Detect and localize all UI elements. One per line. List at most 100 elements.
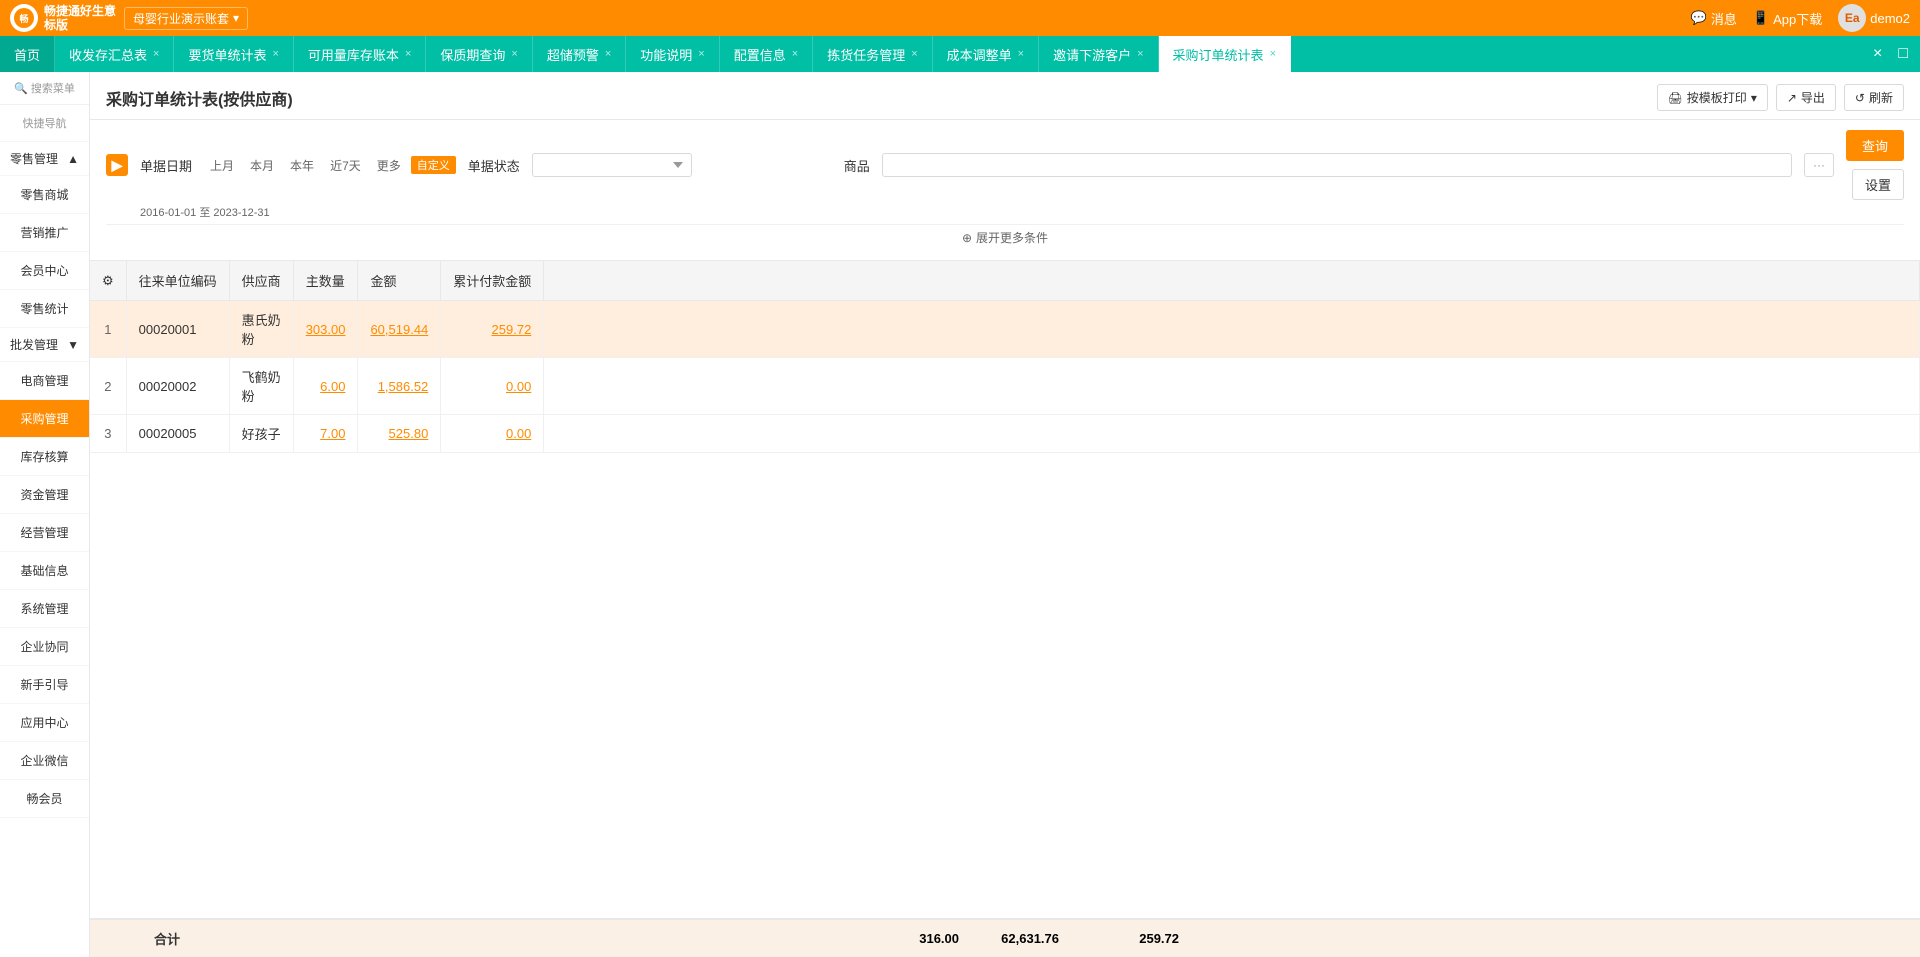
row-qty-1[interactable]: 303.00 [293,301,358,358]
row-paid-2[interactable]: 0.00 [441,358,544,415]
more-options-button[interactable]: ··· [1804,153,1834,177]
tab-cost-adjust[interactable]: 成本调整单 × [933,36,1039,72]
sidebar-item-purchase-manage[interactable]: 采购管理 [0,400,89,438]
sidebar-item-ecommerce-manage[interactable]: 电商管理 [0,362,89,400]
sidebar-search[interactable]: 🔍 搜索菜单 [0,72,89,105]
sidebar-item-ops-manage[interactable]: 经营管理 [0,514,89,552]
sidebar-item-new-guide[interactable]: 新手引导 [0,666,89,704]
member-center-label: 会员中心 [20,264,68,278]
row-empty-3 [544,415,1920,453]
workspace-selector[interactable]: 母婴行业演示账套 ▾ [124,7,248,30]
close-all-icon[interactable]: × [1869,43,1886,65]
tab-warranty-query-close[interactable]: × [511,48,517,60]
marketing-label: 营销推广 [20,226,68,240]
col-settings[interactable]: ⚙ [90,261,126,301]
export-button[interactable]: ↗ 导出 [1776,84,1836,111]
table-row[interactable]: 3 00020005 好孩子 7.00 525.80 0.00 [90,415,1920,453]
sidebar-item-retail-store[interactable]: 零售商城 [0,176,89,214]
nav-tabs: 首页 收发存汇总表 × 要货单统计表 × 可用量库存账本 × 保质期查询 × 超… [0,36,1920,72]
maximize-icon[interactable]: □ [1894,43,1912,65]
shortcut-this-year[interactable]: 本年 [284,155,320,176]
tab-config-info-label: 配置信息 [734,45,786,64]
sidebar-item-system-manage[interactable]: 系统管理 [0,590,89,628]
row-supplier-1: 惠氏奶粉 [229,301,293,358]
shortcut-this-month[interactable]: 本月 [244,155,280,176]
tab-config-info[interactable]: 配置信息 × [720,36,813,72]
tab-cost-adjust-close[interactable]: × [1018,48,1024,60]
tab-func-desc[interactable]: 功能说明 × [626,36,719,72]
sidebar-item-wholesale-manage[interactable]: 批发管理 ▼ [0,328,89,362]
sidebar-item-vip-member[interactable]: 畅会员 [0,780,89,818]
print-arrow-icon: ▾ [1751,91,1757,105]
tab-overstock[interactable]: 超储预警 × [533,36,626,72]
row-paid-3[interactable]: 0.00 [441,415,544,453]
tab-inventory-book[interactable]: 可用量库存账本 × [294,36,426,72]
tab-receive-send-label: 收发存汇总表 [69,45,147,64]
purchase-manage-label: 采购管理 [20,412,68,426]
table-header: ⚙ 往来单位编码 供应商 主数量 金额 累计付款金额 [90,261,1920,301]
row-qty-3[interactable]: 7.00 [293,415,358,453]
tab-purchase-stat[interactable]: 采购订单统计表 × [1159,36,1291,72]
print-button[interactable]: 🖨 按模板打印 ▾ [1657,84,1768,111]
sidebar-item-basic-info[interactable]: 基础信息 [0,552,89,590]
tab-goods-stat[interactable]: 要货单统计表 × [174,36,293,72]
tab-warranty-query[interactable]: 保质期查询 × [426,36,532,72]
tab-inventory-book-close[interactable]: × [405,48,411,60]
export-label: 导出 [1801,89,1825,106]
row-paid-1[interactable]: 259.72 [441,301,544,358]
sidebar-item-enterprise-wechat[interactable]: 企业微信 [0,742,89,780]
tab-overstock-close[interactable]: × [605,48,611,60]
app-download-button[interactable]: 📱 App下载 [1753,9,1822,28]
tab-receive-send-close[interactable]: × [153,48,159,60]
shortcut-more[interactable]: 更多 [371,155,407,176]
status-select[interactable] [532,153,692,177]
tab-goods-stat-label: 要货单统计表 [188,45,266,64]
message-button[interactable]: 💬 消息 [1691,9,1737,28]
row-index-1: 1 [90,301,126,358]
refresh-button[interactable]: ↺ 刷新 [1844,84,1904,111]
shortcut-7days[interactable]: 近7天 [324,155,367,176]
row-qty-2[interactable]: 6.00 [293,358,358,415]
gear-icon[interactable]: ⚙ [102,273,114,288]
tab-purchase-stat-close[interactable]: × [1270,48,1276,60]
tab-config-info-close[interactable]: × [792,48,798,60]
sidebar-item-finance-manage[interactable]: 资金管理 [0,476,89,514]
tab-receive-send[interactable]: 收发存汇总表 × [55,36,174,72]
tab-warranty-query-label: 保质期查询 [440,45,505,64]
tab-invite-downstream-label: 邀请下游客户 [1053,45,1131,64]
sidebar-item-marketing[interactable]: 营销推广 [0,214,89,252]
top-bar-right: 💬 消息 📱 App下载 Ea demo2 [1691,4,1910,32]
sidebar-shortcut[interactable]: 快捷导航 [0,105,89,142]
sidebar-item-retail-manage[interactable]: 零售管理 ▲ [0,142,89,176]
tab-goods-stat-close[interactable]: × [272,48,278,60]
content-area: 采购订单统计表(按供应商) 🖨 按模板打印 ▾ ↗ 导出 ↺ 刷新 [90,72,1920,957]
tab-pick-task[interactable]: 拣货任务管理 × [813,36,932,72]
shortcut-last-month[interactable]: 上月 [204,155,240,176]
user-menu[interactable]: Ea demo2 [1838,4,1910,32]
sidebar-item-inventory-check[interactable]: 库存核算 [0,438,89,476]
sidebar-item-app-center[interactable]: 应用中心 [0,704,89,742]
row-amount-1[interactable]: 60,519.44 [358,301,441,358]
table-row[interactable]: 2 00020002 飞鹤奶粉 6.00 1,586.52 0.00 [90,358,1920,415]
custom-tag[interactable]: 自定义 [411,156,456,174]
tab-invite-downstream[interactable]: 邀请下游客户 × [1039,36,1158,72]
filter-toggle[interactable]: ▶ [106,154,128,176]
tab-func-desc-close[interactable]: × [698,48,704,60]
row-amount-3[interactable]: 525.80 [358,415,441,453]
sidebar-item-retail-stat[interactable]: 零售统计 [0,290,89,328]
row-amount-2[interactable]: 1,586.52 [358,358,441,415]
row-code-3: 00020005 [126,415,229,453]
tab-home[interactable]: 首页 [0,36,55,72]
product-input[interactable] [882,153,1792,177]
message-label: 消息 [1711,9,1737,28]
table-row[interactable]: 1 00020001 惠氏奶粉 303.00 60,519.44 259.72 [90,301,1920,358]
sidebar-item-enterprise-collab[interactable]: 企业协同 [0,628,89,666]
settings-button[interactable]: 设置 [1852,169,1904,200]
query-button[interactable]: 查询 [1846,130,1904,161]
expand-more-button[interactable]: ⊕ 展开更多条件 [106,224,1904,250]
tab-pick-task-close[interactable]: × [911,48,917,60]
sidebar-item-member-center[interactable]: 会员中心 [0,252,89,290]
tab-invite-downstream-close[interactable]: × [1137,48,1143,60]
ops-manage-label: 经营管理 [20,526,68,540]
row-index-3: 3 [90,415,126,453]
